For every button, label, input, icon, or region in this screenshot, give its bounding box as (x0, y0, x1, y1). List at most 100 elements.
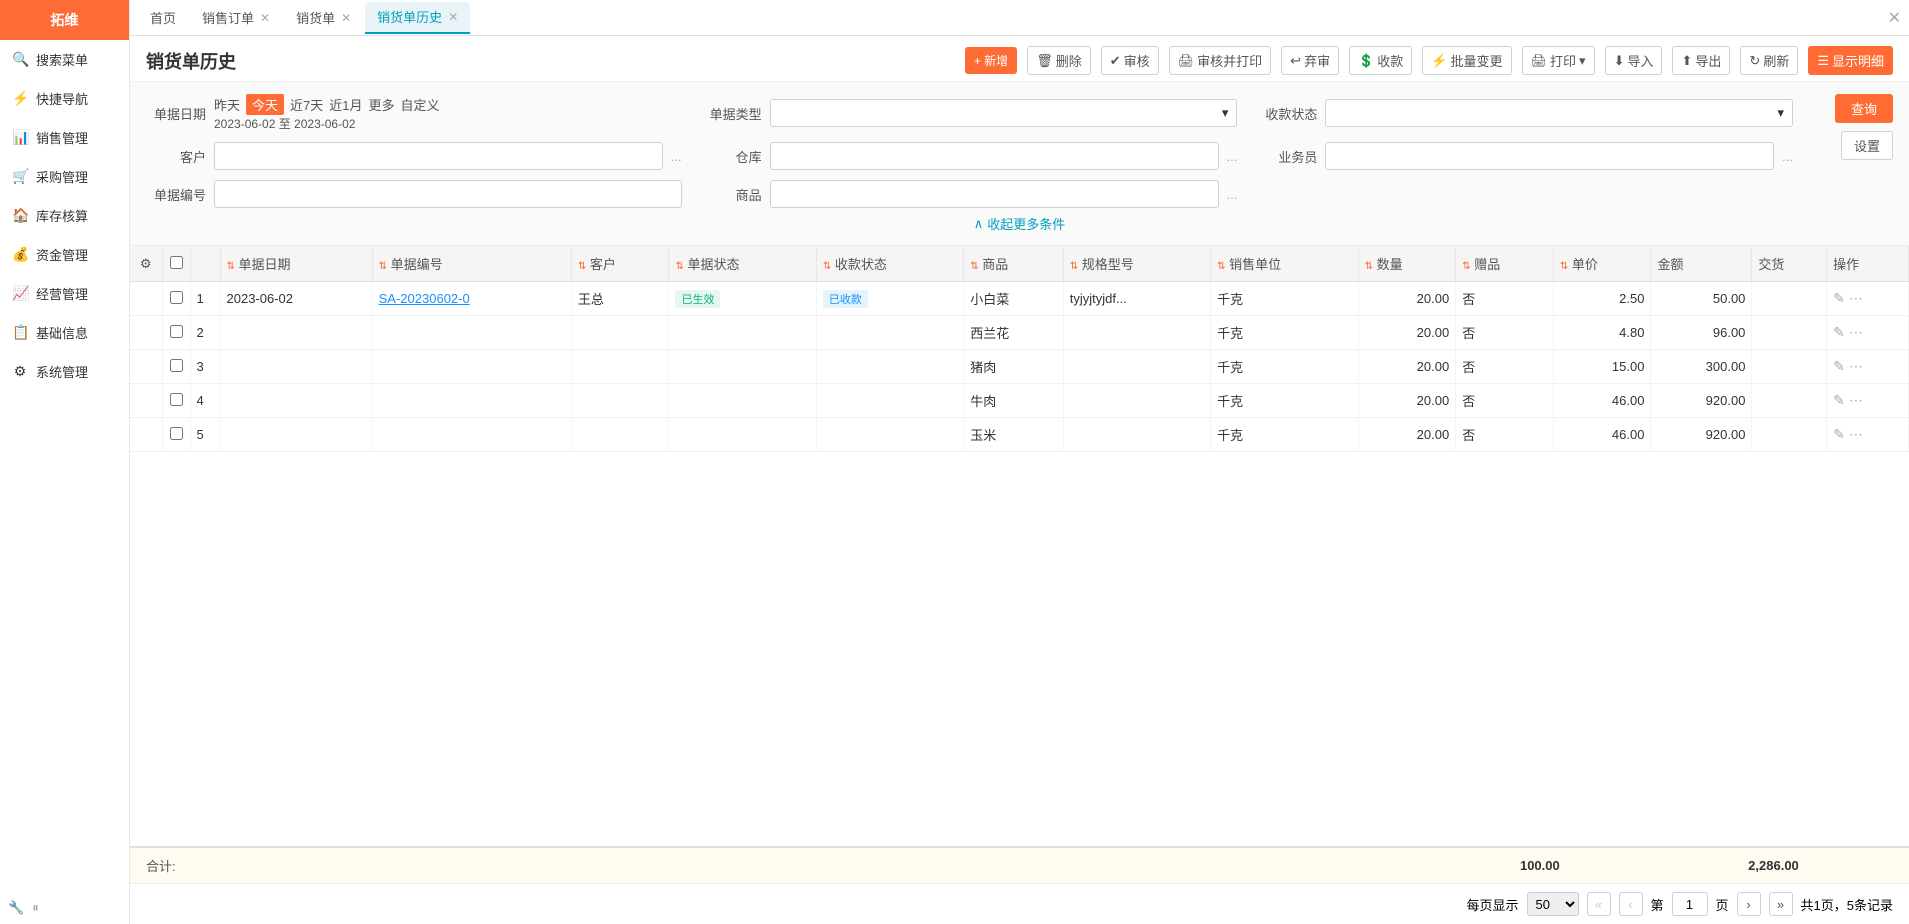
tab-sales-goods-close[interactable]: ✕ (341, 11, 351, 25)
page-next-button[interactable]: › (1737, 892, 1761, 916)
export-button[interactable]: ⬆ 导出 (1672, 46, 1730, 75)
col-gift[interactable]: ⇅ 赠品 (1456, 246, 1554, 282)
row-customer (571, 316, 669, 350)
sidebar-item-sys-mgmt[interactable]: ⚙ 系统管理 (0, 352, 129, 391)
tab-sales-order[interactable]: 销售订单 ✕ (190, 2, 282, 34)
row-amount: 300.00 (1651, 350, 1752, 384)
table-row: 4牛肉千克20.00否46.00920.00✎⋯ (130, 384, 1909, 418)
sidebar-item-quick-nav[interactable]: ⚡ 快捷导航 (0, 79, 129, 118)
row-checkbox[interactable] (162, 350, 190, 384)
page-prev-button[interactable]: ‹ (1619, 892, 1643, 916)
sidebar-item-purchase-mgmt[interactable]: 🛒 采购管理 (0, 157, 129, 196)
col-unit-price[interactable]: ⇅ 单价 (1553, 246, 1651, 282)
col-doc-status[interactable]: ⇅ 单据状态 (669, 246, 816, 282)
more-icon[interactable]: ⋯ (1849, 324, 1863, 341)
type-dropdown-icon: ▾ (1222, 105, 1229, 121)
sidebar-bottom-icon[interactable]: 🔧 (8, 900, 24, 916)
col-doc-no[interactable]: ⇅ 单据编号 (372, 246, 571, 282)
collapse-button[interactable]: ∧ 收起更多条件 (146, 214, 1893, 233)
row-checkbox[interactable] (162, 418, 190, 452)
filter-payment: 收款状态 ▾ (1257, 99, 1793, 127)
delete-button[interactable]: 🗑 删除 (1027, 46, 1091, 75)
tab-sales-history[interactable]: 销货单历史 ✕ (365, 2, 470, 34)
date-shortcut-custom[interactable]: 自定义 (401, 95, 440, 114)
warehouse-input[interactable] (770, 142, 1219, 170)
goods-label: 商品 (702, 185, 762, 204)
col-payment-status[interactable]: ⇅ 收款状态 (816, 246, 963, 282)
setting-button[interactable]: 设置 (1841, 131, 1893, 160)
date-shortcut-7days[interactable]: 近7天 (290, 95, 323, 114)
row-unit-price: 4.80 (1553, 316, 1651, 350)
tab-home[interactable]: 首页 (138, 2, 188, 34)
col-unit[interactable]: ⇅ 销售单位 (1211, 246, 1358, 282)
col-doc-date[interactable]: ⇅ 单据日期 (220, 246, 372, 282)
date-shortcut-today[interactable]: 今天 (246, 94, 284, 115)
settings-icon[interactable]: ⚙ (140, 256, 152, 271)
show-detail-button[interactable]: ☰ 显示明细 (1808, 46, 1893, 75)
print-button[interactable]: 🖨 打印 ▾ (1522, 46, 1595, 75)
row-checkbox[interactable] (162, 384, 190, 418)
row-transaction (1752, 316, 1827, 350)
sidebar-item-capital-mgmt[interactable]: 💰 资金管理 (0, 235, 129, 274)
row-checkbox[interactable] (162, 316, 190, 350)
sidebar-item-sales-mgmt[interactable]: 📊 销售管理 (0, 118, 129, 157)
page-first-button[interactable]: « (1587, 892, 1611, 916)
staff-dots[interactable]: ... (1782, 149, 1793, 164)
staff-input[interactable] (1325, 142, 1774, 170)
row-doc-date: 2023-06-02 (220, 282, 372, 316)
customer-dots[interactable]: ... (671, 149, 682, 164)
tab-sales-goods[interactable]: 销货单 ✕ (284, 2, 363, 34)
row-doc-status: 已生效 (669, 282, 816, 316)
audit-print-button[interactable]: 🖨 审核并打印 (1169, 46, 1272, 75)
batch-change-button[interactable]: ⚡ 批量变更 (1422, 46, 1511, 75)
date-shortcut-1month[interactable]: 近1月 (329, 95, 362, 114)
tab-sales-history-close[interactable]: ✕ (448, 10, 458, 24)
batch-icon: ⚡ (1431, 53, 1447, 69)
col-qty[interactable]: ⇅ 数量 (1358, 246, 1456, 282)
customer-input[interactable] (214, 142, 663, 170)
more-icon[interactable]: ⋯ (1849, 392, 1863, 409)
tab-sales-goods-label: 销货单 (296, 8, 335, 27)
payment-select[interactable]: ▾ (1325, 99, 1793, 127)
goods-dots[interactable]: ... (1227, 187, 1238, 202)
more-icon[interactable]: ⋯ (1849, 426, 1863, 443)
collect-button[interactable]: 💲 收款 (1349, 46, 1412, 75)
col-customer[interactable]: ⇅ 客户 (571, 246, 669, 282)
page-input[interactable] (1672, 892, 1708, 916)
more-icon[interactable]: ⋯ (1849, 290, 1863, 307)
sidebar-item-ops-mgmt[interactable]: 📈 经营管理 (0, 274, 129, 313)
row-checkbox[interactable] (162, 282, 190, 316)
refresh-button[interactable]: ↻ 刷新 (1740, 46, 1798, 75)
doc-no-input[interactable] (214, 180, 682, 208)
edit-icon[interactable]: ✎ (1833, 358, 1845, 375)
sidebar-item-inventory[interactable]: 🏠 库存核算 (0, 196, 129, 235)
edit-icon[interactable]: ✎ (1833, 290, 1845, 307)
sidebar-item-basic-info[interactable]: 📋 基础信息 (0, 313, 129, 352)
edit-icon[interactable]: ✎ (1833, 426, 1845, 443)
audit-button[interactable]: ✔ 审核 (1101, 46, 1159, 75)
main-area: 首页 销售订单 ✕ 销货单 ✕ 销货单历史 ✕ ✕ 销货单历史 + 新增 🗑 删… (130, 0, 1909, 924)
row-spec (1063, 418, 1210, 452)
edit-icon[interactable]: ✎ (1833, 324, 1845, 341)
date-shortcut-more[interactable]: 更多 (369, 95, 395, 114)
col-checkbox (162, 246, 190, 282)
sidebar-item-search-menu[interactable]: 🔍 搜索菜单 (0, 40, 129, 79)
col-goods[interactable]: ⇅ 商品 (964, 246, 1064, 282)
abandon-button[interactable]: ↩ 弃审 (1281, 46, 1339, 75)
date-shortcut-yesterday[interactable]: 昨天 (214, 95, 240, 114)
type-select[interactable]: ▾ (770, 99, 1238, 127)
sidebar-collapse-icon[interactable]: ⏸ (32, 900, 39, 916)
warehouse-dots[interactable]: ... (1227, 149, 1238, 164)
col-spec[interactable]: ⇅ 规格型号 (1063, 246, 1210, 282)
per-page-select[interactable]: 50 10 20 100 (1527, 892, 1579, 916)
goods-input[interactable] (770, 180, 1219, 208)
edit-icon[interactable]: ✎ (1833, 392, 1845, 409)
query-button[interactable]: 查询 (1835, 94, 1893, 123)
page-last-button[interactable]: » (1769, 892, 1793, 916)
tab-bar-close-all[interactable]: ✕ (1888, 8, 1901, 28)
import-button[interactable]: ⬇ 导入 (1605, 46, 1663, 75)
select-all-checkbox[interactable] (170, 256, 183, 269)
new-button[interactable]: + 新增 (965, 47, 1017, 74)
more-icon[interactable]: ⋯ (1849, 358, 1863, 375)
tab-sales-order-close[interactable]: ✕ (260, 11, 270, 25)
